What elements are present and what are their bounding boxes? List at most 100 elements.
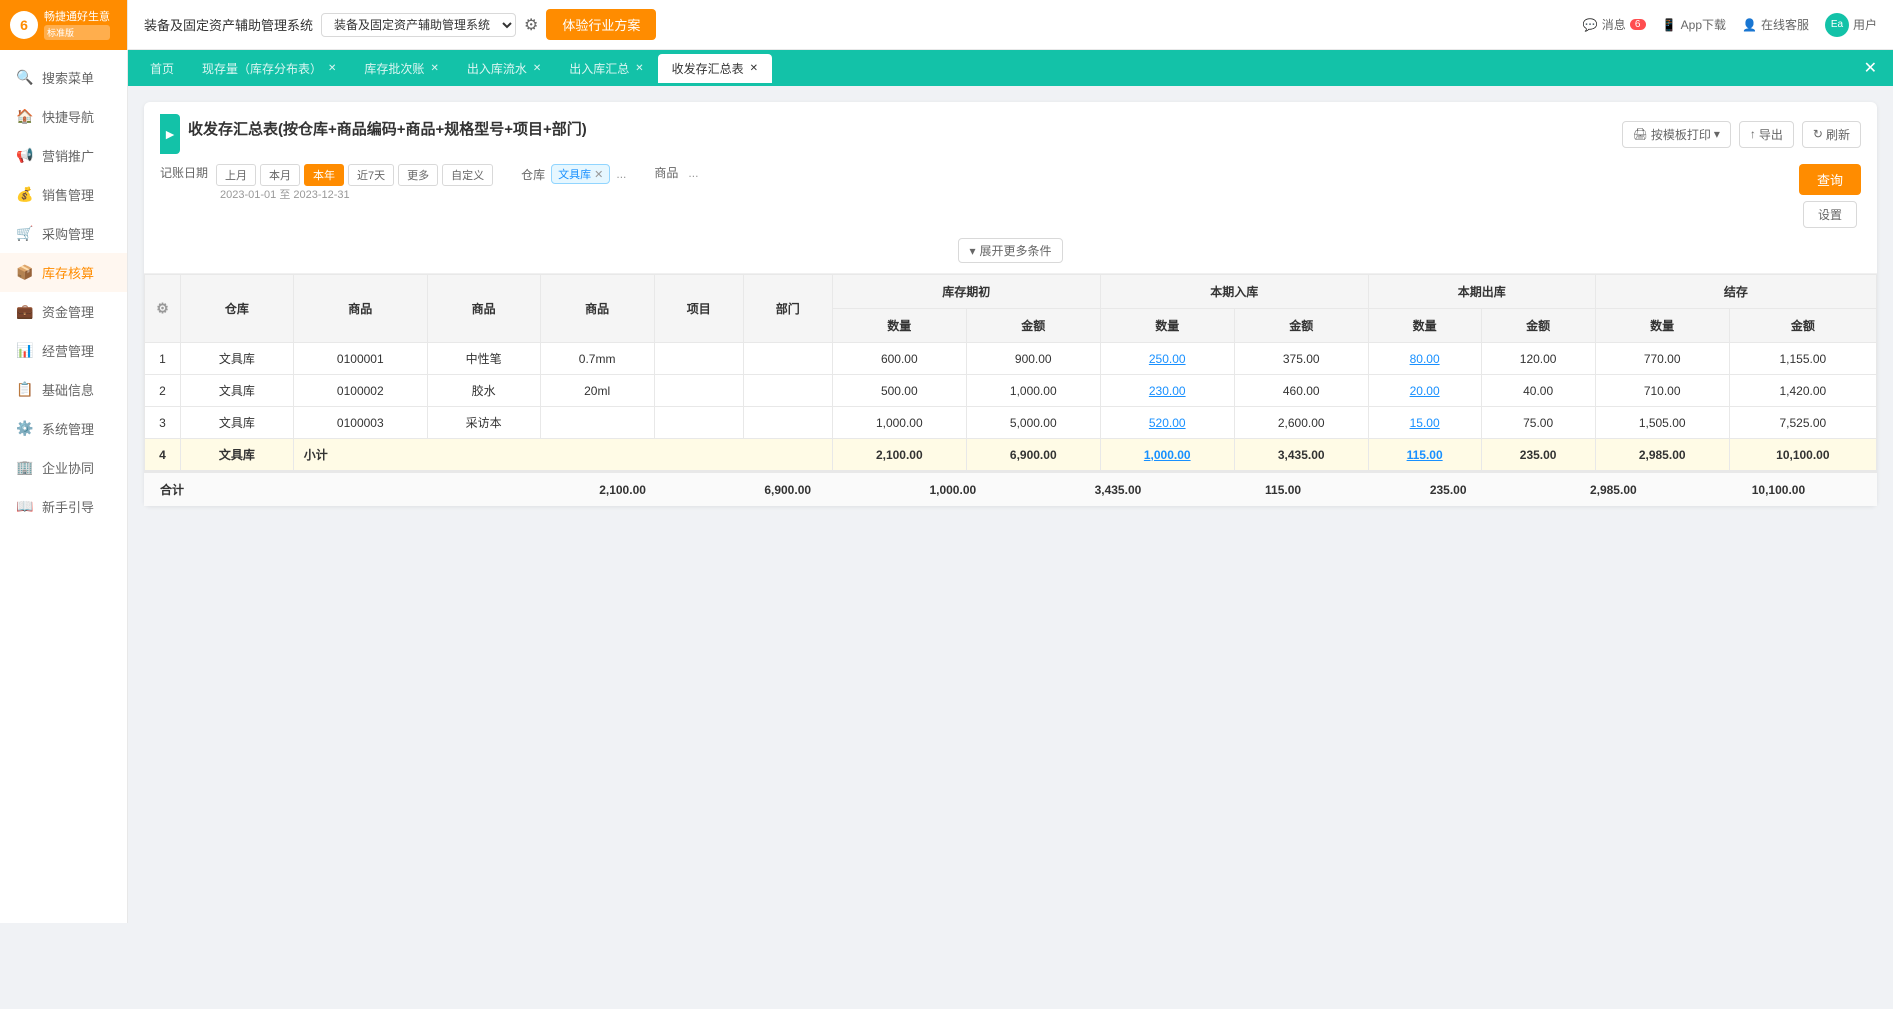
user-btn[interactable]: Ea 用户 <box>1825 13 1877 37</box>
row-opening-amt: 900.00 <box>966 343 1100 375</box>
sidebar-item-marketing[interactable]: 📢 营销推广 <box>0 136 127 175</box>
tab-close-icon[interactable]: ✕ <box>430 63 438 74</box>
row-project <box>654 343 743 375</box>
total-in-qty: 1,000.00 <box>870 483 1035 497</box>
tab-inout-flow[interactable]: 出入库流水 ✕ <box>453 54 555 83</box>
warehouse-more-btn[interactable]: ... <box>616 167 626 181</box>
row-project <box>654 407 743 439</box>
row-no: 2 <box>145 375 181 407</box>
filter-btn-more[interactable]: 更多 <box>398 164 438 186</box>
col-warehouse-header: 仓库 <box>181 275 294 343</box>
filter-btn-this-month[interactable]: 本月 <box>260 164 300 186</box>
export-icon: ↑ <box>1750 127 1756 141</box>
tab-close-active-icon[interactable]: ✕ <box>750 63 758 74</box>
sidebar-item-finance[interactable]: 💼 资金管理 <box>0 292 127 331</box>
row-warehouse: 文具库 <box>181 375 294 407</box>
tab-inout-summary[interactable]: 出入库汇总 ✕ <box>555 54 657 83</box>
app-download-btn[interactable]: 📱 App下载 <box>1662 16 1726 33</box>
sidebar-item-label: 新手引导 <box>42 497 94 516</box>
tab-close-icon[interactable]: ✕ <box>533 63 541 74</box>
row-out-amt: 120.00 <box>1481 343 1595 375</box>
sales-icon: 💰 <box>16 186 34 203</box>
sidebar-item-guide[interactable]: 📖 新手引导 <box>0 487 127 526</box>
sidebar-item-inventory[interactable]: 📦 库存核算 <box>0 253 127 292</box>
row-closing-qty: 710.00 <box>1595 375 1729 407</box>
filter-btn-7days[interactable]: 近7天 <box>348 164 394 186</box>
filter-btn-custom[interactable]: 自定义 <box>442 164 493 186</box>
date-filter-btns: 上月 本月 本年 近7天 更多 自定义 <box>216 164 493 186</box>
export-btn[interactable]: ↑ 导出 <box>1739 121 1794 148</box>
row-in-qty[interactable]: 250.00 <box>1100 343 1234 375</box>
tab-home-label: 首页 <box>150 60 174 77</box>
sidebar-item-sales[interactable]: 💰 销售管理 <box>0 175 127 214</box>
page-title: 收发存汇总表(按仓库+商品编码+商品+规格型号+项目+部门) <box>188 118 587 139</box>
sidebar-item-enterprise[interactable]: 🏢 企业协同 <box>0 448 127 487</box>
gear-icon[interactable]: ⚙ <box>524 15 538 35</box>
subtotal-in-amt: 3,435.00 <box>1234 439 1368 471</box>
sidebar-item-operation[interactable]: 📊 经营管理 <box>0 331 127 370</box>
row-warehouse: 文具库 <box>181 343 294 375</box>
subtotal-in-qty[interactable]: 1,000.00 <box>1100 439 1234 471</box>
row-out-qty[interactable]: 15.00 <box>1368 407 1481 439</box>
basic-icon: 📋 <box>16 381 34 398</box>
collapse-arrow-btn[interactable]: ► <box>160 114 180 154</box>
tab-bar: 首页 现存量（库存分布表） ✕ 库存批次账 ✕ 出入库流水 ✕ 出入库汇总 ✕ … <box>128 50 1893 86</box>
sidebar-item-label: 企业协同 <box>42 458 94 477</box>
sidebar-item-basic[interactable]: 📋 基础信息 <box>0 370 127 409</box>
filter-actions: 查询 设置 <box>1799 164 1861 228</box>
row-in-qty[interactable]: 520.00 <box>1100 407 1234 439</box>
filter-btn-last-month[interactable]: 上月 <box>216 164 256 186</box>
tab-inventory-dist[interactable]: 现存量（库存分布表） ✕ <box>188 54 350 83</box>
warehouse-filter: 仓库 文具库 ✕ ... <box>521 164 626 184</box>
sidebar-item-system[interactable]: ⚙️ 系统管理 <box>0 409 127 448</box>
tabbar-close-icon[interactable]: ✕ <box>1856 58 1885 78</box>
row-out-qty[interactable]: 20.00 <box>1368 375 1481 407</box>
row-in-qty[interactable]: 230.00 <box>1100 375 1234 407</box>
message-btn[interactable]: 💬 消息 6 <box>1583 16 1646 33</box>
sidebar-item-purchase[interactable]: 🛒 采购管理 <box>0 214 127 253</box>
finance-icon: 💼 <box>16 303 34 320</box>
refresh-btn[interactable]: ↻ 刷新 <box>1802 121 1861 148</box>
sidebar-item-search[interactable]: 🔍 搜索菜单 <box>0 58 127 97</box>
row-opening-amt: 5,000.00 <box>966 407 1100 439</box>
goods-more-btn[interactable]: ... <box>688 166 698 180</box>
table-settings-icon[interactable]: ⚙ <box>156 300 169 316</box>
col-dept-header: 部门 <box>743 275 832 343</box>
warehouse-tag-close-icon[interactable]: ✕ <box>594 168 603 181</box>
online-service-btn[interactable]: 👤 在线客服 <box>1742 16 1809 33</box>
row-goods: 胶水 <box>427 375 540 407</box>
topbar-left: 装备及固定资产辅助管理系统 装备及固定资产辅助管理系统 ⚙ 体验行业方案 <box>144 9 656 40</box>
sidebar-item-label: 搜索菜单 <box>42 68 94 87</box>
enterprise-icon: 🏢 <box>16 459 34 476</box>
total-out-qty: 115.00 <box>1201 483 1366 497</box>
filter-btn-this-year[interactable]: 本年 <box>304 164 344 186</box>
row-out-qty[interactable]: 80.00 <box>1368 343 1481 375</box>
trial-button[interactable]: 体验行业方案 <box>546 9 656 40</box>
row-dept <box>743 407 832 439</box>
logo-text: 畅捷通好生意 <box>44 10 110 25</box>
col-closing-qty: 数量 <box>1595 309 1729 343</box>
print-icon: 🖨 <box>1633 127 1648 141</box>
col-settings-header: ⚙ <box>145 275 181 343</box>
tab-recv-send[interactable]: 收发存汇总表 ✕ <box>658 54 772 83</box>
query-button[interactable]: 查询 <box>1799 164 1861 195</box>
system-select[interactable]: 装备及固定资产辅助管理系统 <box>321 13 516 37</box>
tab-batch[interactable]: 库存批次账 ✕ <box>350 54 452 83</box>
print-btn[interactable]: 🖨 按模板打印 ▾ <box>1622 121 1731 148</box>
date-filter-label: 记账日期 <box>160 164 208 181</box>
message-label: 消息 <box>1602 16 1626 33</box>
subtotal-row: 4 文具库 小计 2,100.00 6,900.00 1,000.00 3,43… <box>145 439 1877 471</box>
settings-button[interactable]: 设置 <box>1803 201 1857 228</box>
tab-home[interactable]: 首页 <box>136 54 188 83</box>
table-row: 3 文具库 0100003 采访本 1,000.00 5,000.00 520.… <box>145 407 1877 439</box>
subtotal-out-qty[interactable]: 115.00 <box>1368 439 1481 471</box>
sidebar-item-quick-nav[interactable]: 🏠 快捷导航 <box>0 97 127 136</box>
total-in-amt: 3,435.00 <box>1035 483 1200 497</box>
tab-close-icon[interactable]: ✕ <box>328 63 336 74</box>
row-in-amt: 375.00 <box>1234 343 1368 375</box>
expand-more-btn[interactable]: ▾ 展开更多条件 <box>958 238 1062 263</box>
service-icon: 👤 <box>1742 18 1757 32</box>
row-no: 3 <box>145 407 181 439</box>
tab-close-icon[interactable]: ✕ <box>635 63 643 74</box>
subtotal-no: 4 <box>145 439 181 471</box>
